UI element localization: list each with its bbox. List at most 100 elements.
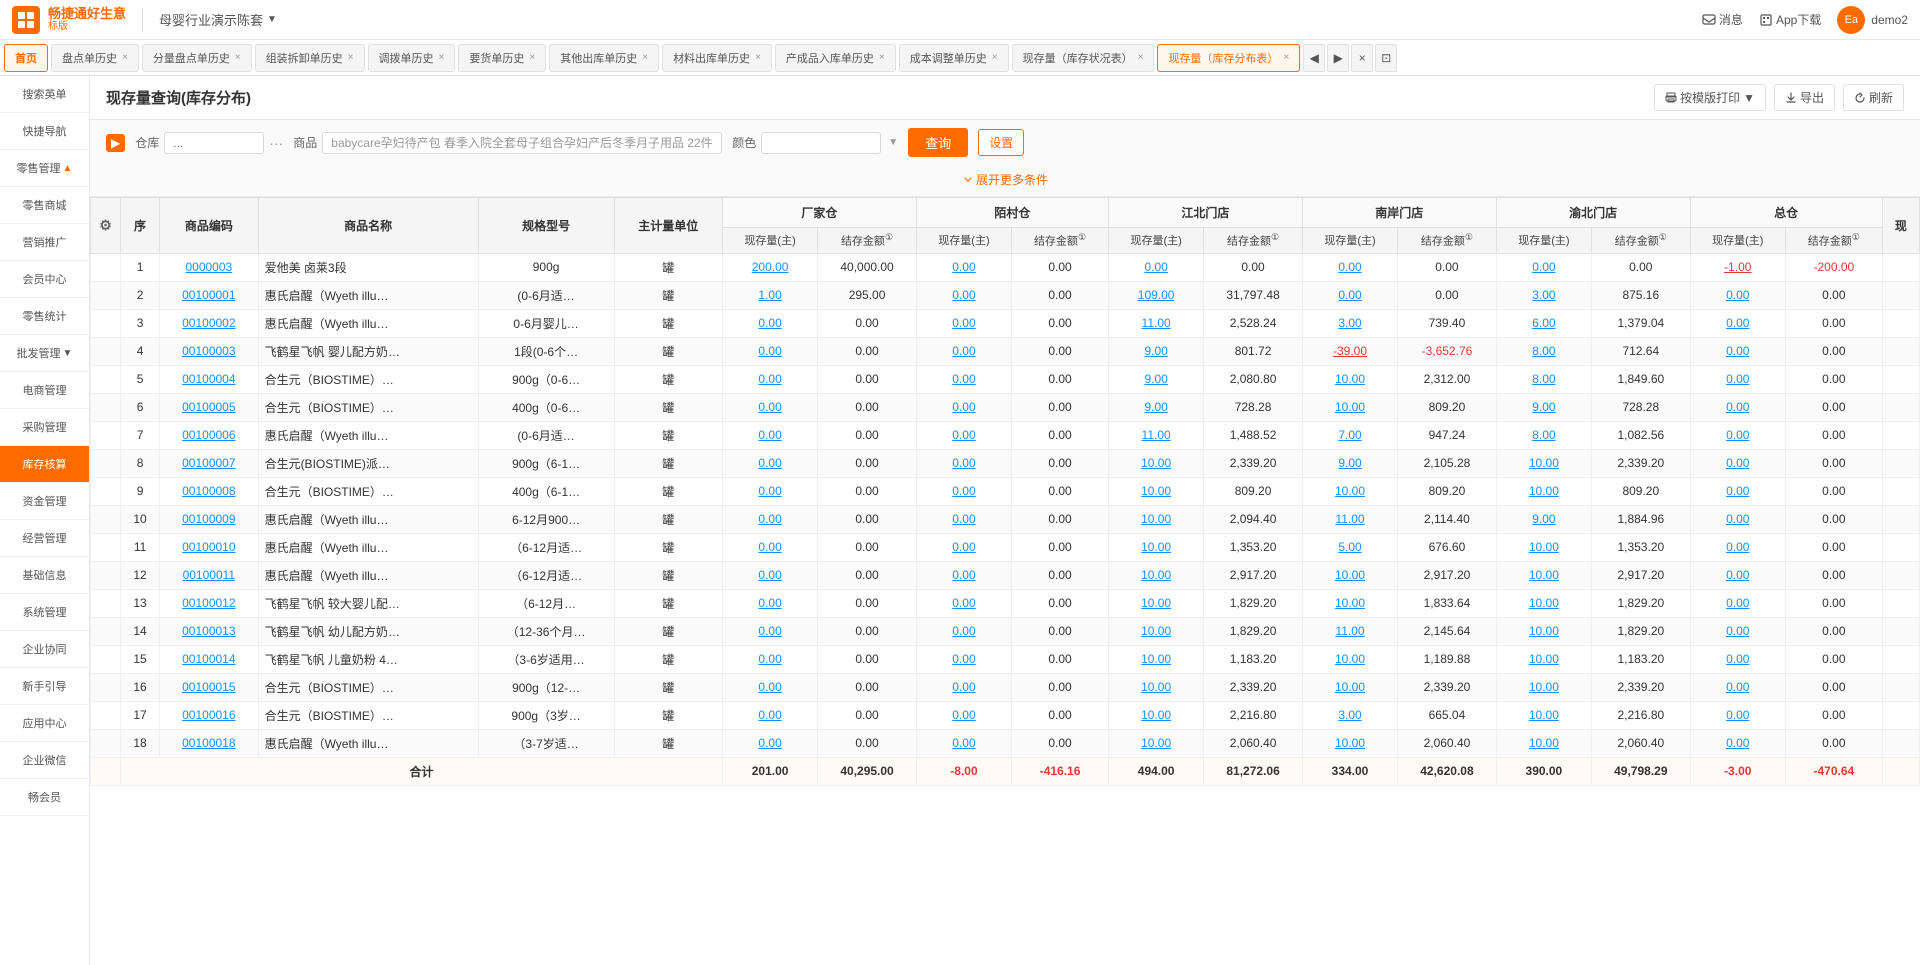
cell-yubei-qty[interactable]: 10.00 xyxy=(1496,673,1591,701)
tab-close-cailiaochu[interactable]: × xyxy=(755,52,761,63)
cell-total-qty[interactable]: -1.00 xyxy=(1690,253,1785,281)
cell-code[interactable]: 00100006 xyxy=(160,421,258,449)
cell-nanan-qty[interactable]: 10.00 xyxy=(1302,477,1397,505)
cell-code[interactable]: 00100018 xyxy=(160,729,258,757)
cell-nanan-qty[interactable]: 9.00 xyxy=(1302,449,1397,477)
sidebar-item-basic[interactable]: 基础信息 xyxy=(0,557,89,594)
cell-code[interactable]: 00100002 xyxy=(160,309,258,337)
settings-btn[interactable]: 设置 xyxy=(978,129,1024,156)
cell-total-qty[interactable]: 0.00 xyxy=(1690,505,1785,533)
cell-code[interactable]: 00100007 xyxy=(160,449,258,477)
cell-yubei-qty[interactable]: 10.00 xyxy=(1496,561,1591,589)
cell-changjia-qty[interactable]: 0.00 xyxy=(722,449,817,477)
cell-mucun-qty[interactable]: 0.00 xyxy=(916,673,1011,701)
cell-nanan-qty[interactable]: 10.00 xyxy=(1302,673,1397,701)
sidebar-item-retail-shop[interactable]: 零售商城 xyxy=(0,187,89,224)
cell-jiangbei-qty[interactable]: 10.00 xyxy=(1108,701,1203,729)
cell-total-qty[interactable]: 0.00 xyxy=(1690,673,1785,701)
sidebar-item-nav[interactable]: 快捷导航 xyxy=(0,113,89,150)
cell-total-qty[interactable]: 0.00 xyxy=(1690,533,1785,561)
cell-mucun-qty[interactable]: 0.00 xyxy=(916,701,1011,729)
cell-total-qty[interactable]: 0.00 xyxy=(1690,729,1785,757)
cell-jiangbei-qty[interactable]: 9.00 xyxy=(1108,393,1203,421)
sidebar-item-wholesale[interactable]: 批发管理 ▼ xyxy=(0,335,89,372)
cell-changjia-qty[interactable]: 1.00 xyxy=(722,281,817,309)
refresh-btn[interactable]: 刷新 xyxy=(1843,84,1904,111)
cell-nanan-qty[interactable]: 10.00 xyxy=(1302,729,1397,757)
tab-close-kuanfb[interactable]: × xyxy=(1283,52,1289,63)
sidebar-item-system[interactable]: 系统管理 xyxy=(0,594,89,631)
cell-yubei-qty[interactable]: 10.00 xyxy=(1496,617,1591,645)
cell-changjia-qty[interactable]: 0.00 xyxy=(722,309,817,337)
cell-total-qty[interactable]: 0.00 xyxy=(1690,477,1785,505)
cell-code[interactable]: 00100004 xyxy=(160,365,258,393)
tab-fenpandian[interactable]: 分量盘点单历史 × xyxy=(142,44,252,72)
cell-jiangbei-qty[interactable]: 10.00 xyxy=(1108,617,1203,645)
cell-code[interactable]: 00100013 xyxy=(160,617,258,645)
cell-jiangbei-qty[interactable]: 10.00 xyxy=(1108,533,1203,561)
cell-changjia-qty[interactable]: 0.00 xyxy=(722,645,817,673)
cell-code[interactable]: 00100009 xyxy=(160,505,258,533)
tab-close-zuzhuang[interactable]: × xyxy=(348,52,354,63)
cell-jiangbei-qty[interactable]: 11.00 xyxy=(1108,421,1203,449)
tab-expand-btn[interactable]: ⊡ xyxy=(1375,44,1397,72)
tab-yaohuo[interactable]: 要货单历史 × xyxy=(458,44,546,72)
cell-total-qty[interactable]: 0.00 xyxy=(1690,421,1785,449)
cell-nanan-qty[interactable]: 10.00 xyxy=(1302,365,1397,393)
sidebar-item-finance[interactable]: 资金管理 xyxy=(0,483,89,520)
cell-yubei-qty[interactable]: 10.00 xyxy=(1496,449,1591,477)
cell-yubei-qty[interactable]: 9.00 xyxy=(1496,505,1591,533)
cell-code[interactable]: 00100001 xyxy=(160,281,258,309)
cell-changjia-qty[interactable]: 0.00 xyxy=(722,533,817,561)
sidebar-item-ecom[interactable]: 电商管理 xyxy=(0,372,89,409)
cell-total-qty[interactable]: 0.00 xyxy=(1690,701,1785,729)
cell-jiangbei-qty[interactable]: 10.00 xyxy=(1108,505,1203,533)
cell-yubei-qty[interactable]: 10.00 xyxy=(1496,477,1591,505)
cell-changjia-qty[interactable]: 0.00 xyxy=(722,477,817,505)
cell-jiangbei-qty[interactable]: 10.00 xyxy=(1108,449,1203,477)
tab-diaobuo[interactable]: 调拨单历史 × xyxy=(368,44,456,72)
cell-mucun-qty[interactable]: 0.00 xyxy=(916,729,1011,757)
cell-nanan-qty[interactable]: 3.00 xyxy=(1302,309,1397,337)
warehouse-input[interactable] xyxy=(164,132,264,154)
cell-nanan-qty[interactable]: 10.00 xyxy=(1302,561,1397,589)
sidebar-item-wechat[interactable]: 企业微信 xyxy=(0,742,89,779)
cell-changjia-qty[interactable]: 0.00 xyxy=(722,337,817,365)
cell-mucun-qty[interactable]: 0.00 xyxy=(916,617,1011,645)
tab-close-all-btn[interactable]: × xyxy=(1351,44,1373,72)
cell-changjia-qty[interactable]: 0.00 xyxy=(722,729,817,757)
sidebar-item-guide[interactable]: 新手引导 xyxy=(0,668,89,705)
color-dropdown-icon[interactable]: ▼ xyxy=(888,137,898,148)
tab-close-chengbentiaoz[interactable]: × xyxy=(992,52,998,63)
cell-total-qty[interactable]: 0.00 xyxy=(1690,309,1785,337)
cell-code[interactable]: 00100014 xyxy=(160,645,258,673)
cell-mucun-qty[interactable]: 0.00 xyxy=(916,505,1011,533)
industry-dropdown[interactable]: 母婴行业演示陈套 ▼ xyxy=(159,10,277,29)
tab-chengbentiaoz[interactable]: 成本调整单历史 × xyxy=(899,44,1009,72)
cell-changjia-qty[interactable]: 0.00 xyxy=(722,617,817,645)
cell-code[interactable]: 00100003 xyxy=(160,337,258,365)
cell-mucun-qty[interactable]: 0.00 xyxy=(916,645,1011,673)
tab-pandian[interactable]: 盘点单历史 × xyxy=(51,44,139,72)
cell-nanan-qty[interactable]: -39.00 xyxy=(1302,337,1397,365)
cell-jiangbei-qty[interactable]: 10.00 xyxy=(1108,673,1203,701)
cell-yubei-qty[interactable]: 10.00 xyxy=(1496,645,1591,673)
product-input[interactable] xyxy=(322,132,722,154)
cell-nanan-qty[interactable]: 11.00 xyxy=(1302,505,1397,533)
cell-nanan-qty[interactable]: 10.00 xyxy=(1302,645,1397,673)
cell-jiangbei-qty[interactable]: 9.00 xyxy=(1108,365,1203,393)
cell-nanan-qty[interactable]: 3.00 xyxy=(1302,701,1397,729)
sidebar-item-retail-mgmt[interactable]: 零售管理 ▲ xyxy=(0,150,89,187)
cell-mucun-qty[interactable]: 0.00 xyxy=(916,533,1011,561)
cell-mucun-qty[interactable]: 0.00 xyxy=(916,561,1011,589)
cell-mucun-qty[interactable]: 0.00 xyxy=(916,365,1011,393)
cell-nanan-qty[interactable]: 10.00 xyxy=(1302,393,1397,421)
color-input[interactable] xyxy=(761,132,881,154)
cell-changjia-qty[interactable]: 0.00 xyxy=(722,701,817,729)
tab-cailiaochu[interactable]: 材料出库单历史 × xyxy=(662,44,772,72)
sidebar-item-collab[interactable]: 企业协同 xyxy=(0,631,89,668)
tab-qitachuku[interactable]: 其他出库单历史 × xyxy=(549,44,659,72)
cell-nanan-qty[interactable]: 7.00 xyxy=(1302,421,1397,449)
cell-code[interactable]: 00100011 xyxy=(160,561,258,589)
cell-jiangbei-qty[interactable]: 10.00 xyxy=(1108,589,1203,617)
